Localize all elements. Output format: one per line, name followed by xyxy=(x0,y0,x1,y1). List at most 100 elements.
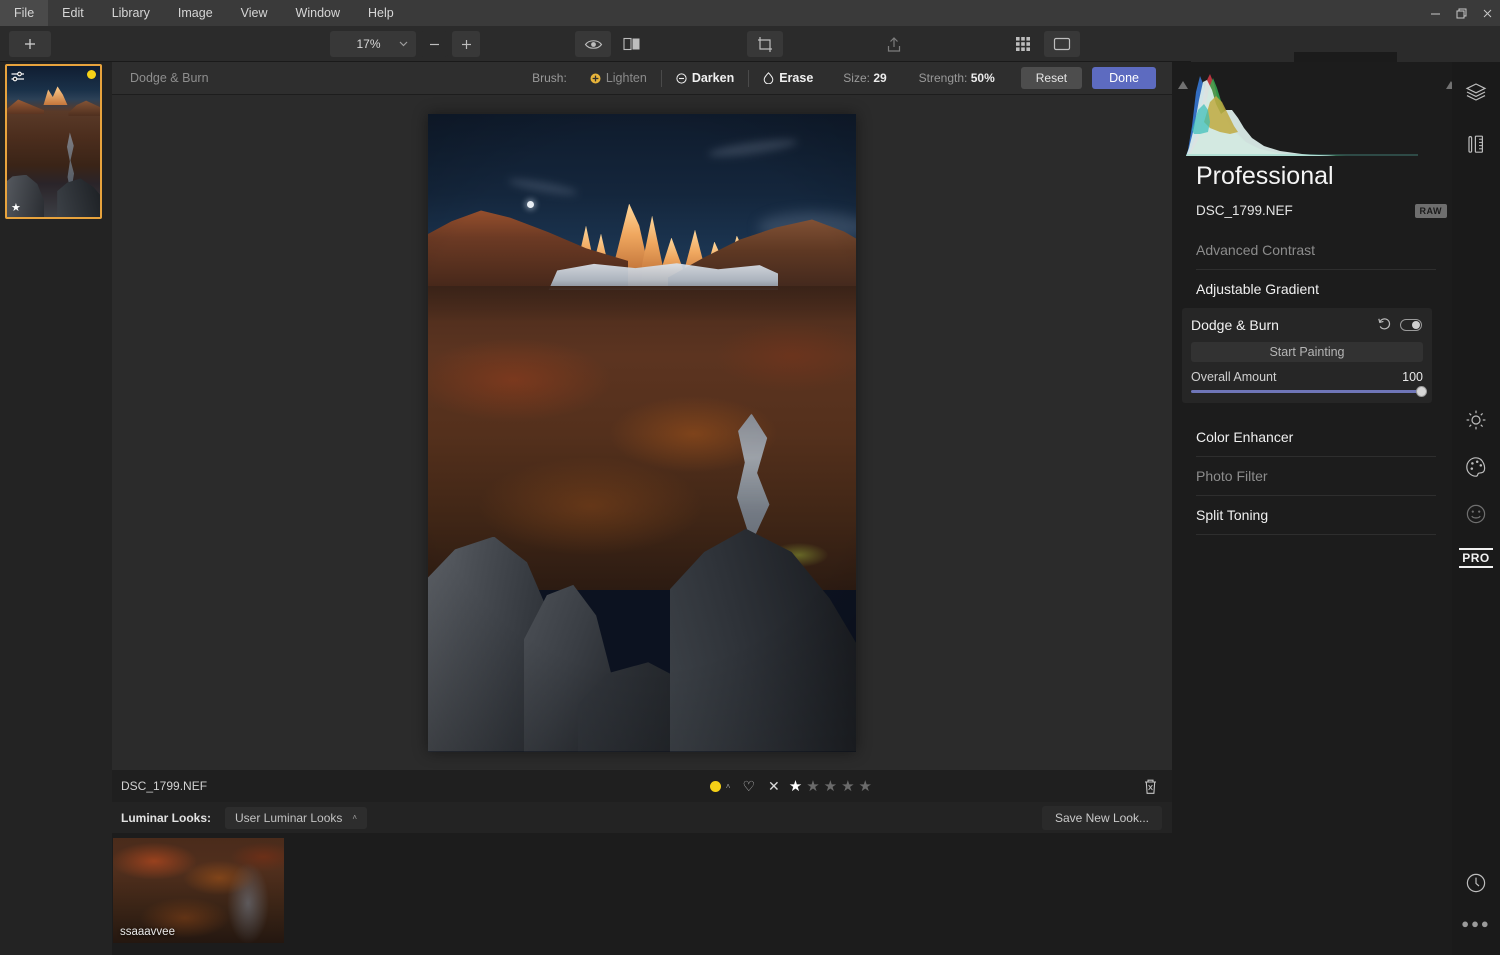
star-5[interactable]: ★ xyxy=(859,777,872,795)
sun-icon[interactable] xyxy=(1452,398,1500,442)
undo-icon[interactable] xyxy=(1378,317,1391,333)
looks-collection-select[interactable]: User Luminar Looks ˄ xyxy=(225,806,368,829)
zoom-level-value: 17% xyxy=(356,37,381,51)
layers-icon[interactable] xyxy=(1452,70,1500,114)
pro-badge[interactable]: PRO xyxy=(1452,536,1500,580)
layout-group xyxy=(1005,31,1080,57)
star-4[interactable]: ★ xyxy=(841,777,854,795)
menu-library[interactable]: Library xyxy=(98,0,164,26)
tool-split-toning[interactable]: Split Toning xyxy=(1196,495,1436,534)
edited-photo[interactable] xyxy=(428,113,856,752)
face-icon[interactable] xyxy=(1452,492,1500,536)
dodge-burn-header[interactable]: Dodge & Burn xyxy=(1182,308,1432,342)
zoom-level-select[interactable]: 17% xyxy=(330,31,416,57)
save-new-look-button[interactable]: Save New Look... xyxy=(1041,805,1162,830)
brush-tool-title: Dodge & Burn xyxy=(130,71,209,85)
rating-controls: ˄ ♡ ✕ ★ ★ ★ ★ ★ xyxy=(709,777,872,795)
looks-label: Luminar Looks: xyxy=(121,810,212,825)
histogram xyxy=(1186,70,1418,156)
menu-file[interactable]: File xyxy=(0,0,49,26)
start-painting-button[interactable]: Start Painting xyxy=(1191,342,1423,362)
done-button[interactable]: Done xyxy=(1092,67,1156,89)
brush-strength-value: 50% xyxy=(970,71,995,85)
brush-toolbar: Dodge & Burn Brush: Lighten Darken Erase… xyxy=(112,62,1172,95)
menu-help[interactable]: Help xyxy=(354,0,408,26)
restore-icon[interactable] xyxy=(1448,0,1474,26)
luminar-app-window: File Edit Library Image View Window Help… xyxy=(0,0,1500,955)
tool-adjustable-gradient[interactable]: Adjustable Gradient xyxy=(1196,269,1436,308)
trash-icon[interactable] xyxy=(1143,778,1158,795)
minimize-icon[interactable] xyxy=(1422,0,1448,26)
share-group xyxy=(876,31,912,57)
filmstrip-thumbnail[interactable]: ★ xyxy=(5,64,102,219)
menu-window[interactable]: Window xyxy=(282,0,354,26)
tool-label: Split Toning xyxy=(1196,507,1269,523)
dodge-burn-title: Dodge & Burn xyxy=(1191,317,1279,333)
more-dots-icon[interactable]: ●●● xyxy=(1452,901,1500,945)
tool-photo-filter[interactable]: Photo Filter xyxy=(1196,456,1436,495)
menu-bar: File Edit Library Image View Window Help xyxy=(0,0,1500,26)
looks-presets-row: ssaaavvee xyxy=(112,833,1172,955)
overall-amount-value: 100 xyxy=(1402,370,1423,384)
eye-icon[interactable] xyxy=(575,31,611,57)
history-clock-icon[interactable] xyxy=(1452,861,1500,905)
menu-image[interactable]: Image xyxy=(164,0,227,26)
thumbnail-image xyxy=(7,66,100,217)
chevron-down-icon xyxy=(399,41,408,47)
chevron-up-icon: ˄ xyxy=(352,813,358,822)
compare-split-icon[interactable] xyxy=(614,31,650,57)
edit-side-panel: Professional DSC_1799.NEF RAW Advanced C… xyxy=(1172,62,1500,955)
color-label-dot[interactable] xyxy=(709,780,721,792)
slider-knob[interactable] xyxy=(1416,386,1427,397)
looks-collection-value: User Luminar Looks xyxy=(235,810,343,825)
menu-edit[interactable]: Edit xyxy=(48,0,98,26)
tools-list-after: Color Enhancer Photo Filter Split Toning xyxy=(1196,417,1436,535)
share-icon[interactable] xyxy=(876,31,912,57)
image-info-strip: DSC_1799.NEF ˄ ♡ ✕ ★ ★ ★ ★ ★ xyxy=(112,770,1172,802)
zoom-in-button[interactable] xyxy=(452,31,480,57)
single-view-icon[interactable] xyxy=(1044,31,1080,57)
look-preset[interactable]: ssaaavvee xyxy=(113,838,284,943)
crop-icon[interactable] xyxy=(747,31,783,57)
grid-view-icon[interactable] xyxy=(1005,31,1041,57)
brush-size[interactable]: Size: 29 xyxy=(827,71,902,85)
photo-vignette xyxy=(428,113,856,752)
brush-mode-erase[interactable]: Erase xyxy=(749,71,827,85)
brush-strength-label: Strength: xyxy=(918,71,968,85)
thumbnail-color-flag[interactable] xyxy=(87,70,96,79)
thumbnail-star: ★ xyxy=(11,202,21,214)
visibility-toggle[interactable] xyxy=(1400,319,1422,331)
pro-badge-label: PRO xyxy=(1459,548,1493,568)
crop-group xyxy=(747,31,783,57)
brush-mode-darken[interactable]: Darken xyxy=(662,71,748,85)
photo-canvas[interactable] xyxy=(112,95,1172,770)
brush-strength[interactable]: Strength: 50% xyxy=(903,71,1011,85)
chevron-up-icon[interactable]: ˄ xyxy=(726,782,731,791)
star-2[interactable]: ★ xyxy=(806,777,819,795)
brush-size-label: Size: xyxy=(843,71,870,85)
add-photos-button[interactable] xyxy=(9,31,51,57)
tool-label: Photo Filter xyxy=(1196,468,1268,484)
reject-icon[interactable]: ✕ xyxy=(768,778,780,795)
brush-mode-lighten[interactable]: Lighten xyxy=(576,71,661,85)
overall-amount-label: Overall Amount xyxy=(1191,370,1277,384)
view-toggle-group xyxy=(575,31,650,57)
overall-amount-slider[interactable] xyxy=(1191,386,1427,397)
tool-color-enhancer[interactable]: Color Enhancer xyxy=(1196,417,1436,456)
palette-icon[interactable] xyxy=(1452,445,1500,489)
window-controls xyxy=(1422,0,1500,26)
zoom-out-button[interactable] xyxy=(420,31,448,57)
favorite-heart-icon[interactable]: ♡ xyxy=(742,778,755,795)
menu-view[interactable]: View xyxy=(227,0,282,26)
close-icon[interactable] xyxy=(1474,0,1500,26)
star-3[interactable]: ★ xyxy=(824,777,837,795)
reset-button[interactable]: Reset xyxy=(1020,67,1083,89)
dodge-burn-panel: Dodge & Burn Start Painting Overall Amou… xyxy=(1182,308,1432,403)
canvas-tools-icon[interactable] xyxy=(1452,122,1500,166)
star-1[interactable]: ★ xyxy=(789,777,802,795)
eraser-icon xyxy=(763,72,774,84)
tools-list: Advanced Contrast Adjustable Gradient xyxy=(1196,230,1436,308)
tool-advanced-contrast[interactable]: Advanced Contrast xyxy=(1196,230,1436,269)
brush-mode-erase-label: Erase xyxy=(779,71,814,85)
adjustments-icon xyxy=(11,70,25,88)
